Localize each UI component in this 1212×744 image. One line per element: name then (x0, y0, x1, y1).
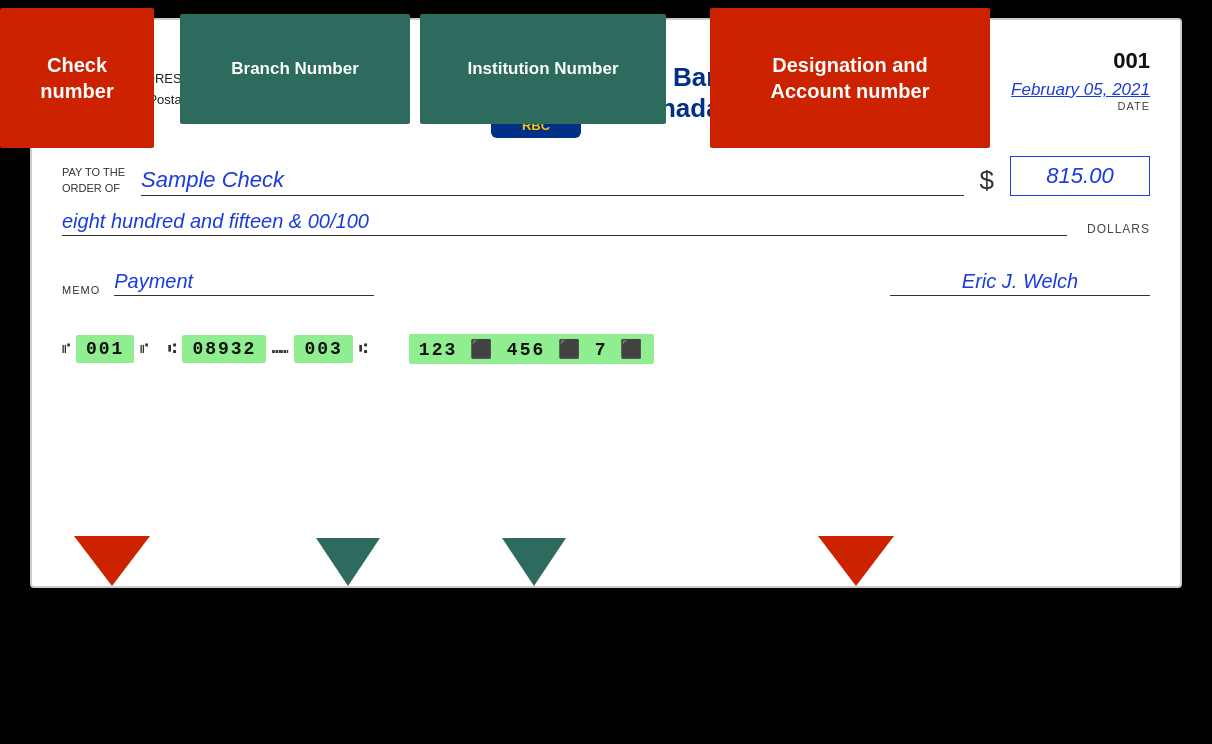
memo-left: MEMO Payment (62, 270, 374, 296)
institution-number-label-box: Institution Number (420, 14, 666, 124)
micr-symbol-5: ⑆ (359, 341, 367, 357)
institution-arrow (502, 538, 566, 586)
branch-arrow (316, 538, 380, 586)
memo-line: Payment (114, 270, 374, 296)
memo-section: MEMO Payment Eric J. Welch (62, 270, 1150, 296)
payee-line: Sample Check (141, 167, 964, 196)
payee-name: Sample Check (141, 167, 284, 192)
memo-label: MEMO (62, 284, 100, 296)
check-arrow (74, 536, 150, 586)
amount-value: 815.00 (1046, 163, 1113, 188)
signature-value: Eric J. Welch (962, 270, 1078, 292)
micr-symbol-4: ⑉⑉ (272, 341, 288, 357)
micr-line: ⑈ 001 ⑈ ⑆ 08932 ⑉⑉ 003 ⑆ 123 ⬛ 456 ⬛ 7 ⬛ (62, 334, 1150, 364)
branch-number-label: Branch Number (231, 58, 359, 80)
designation-account-label: Designation and Account number (771, 52, 930, 104)
institution-number-label: Institution Number (467, 58, 618, 80)
check-date: February 05, 2021 (1011, 80, 1150, 100)
designation-account-label-box: Designation and Account number (710, 8, 1000, 148)
check-number-label-box: Check number (0, 8, 160, 148)
check-number: 001 (1011, 48, 1150, 74)
micr-institution: 003 (294, 335, 352, 363)
micr-symbol-3: ⑆ (168, 341, 176, 357)
memo-value: Payment (114, 270, 193, 292)
micr-symbol-1: ⑈ (62, 341, 70, 357)
dollars-label: DOLLARS (1087, 222, 1150, 236)
dollar-sign: $ (980, 165, 994, 196)
check-number-area: 001 February 05, 2021 DATE (1011, 48, 1150, 112)
designation-arrow (818, 536, 894, 586)
amount-box: 815.00 (1010, 156, 1150, 196)
date-label: DATE (1117, 100, 1150, 112)
branch-number-label-box: Branch Number (180, 14, 410, 124)
check-number-label: Check number (40, 52, 113, 104)
pay-to-section: PAY TO THEORDER OF Sample Check $ 815.00 (62, 156, 1150, 196)
micr-account: 123 ⬛ 456 ⬛ 7 ⬛ (409, 334, 655, 364)
micr-check-number: 001 (76, 335, 134, 363)
pay-to-label: PAY TO THEORDER OF (62, 165, 125, 196)
amount-words: eight hundred and fifteen & 00/100 (62, 210, 1067, 236)
amount-words-section: eight hundred and fifteen & 00/100 DOLLA… (62, 210, 1150, 236)
micr-branch: 08932 (182, 335, 266, 363)
signature-line: Eric J. Welch (890, 270, 1150, 296)
micr-symbol-2: ⑈ (140, 341, 148, 357)
